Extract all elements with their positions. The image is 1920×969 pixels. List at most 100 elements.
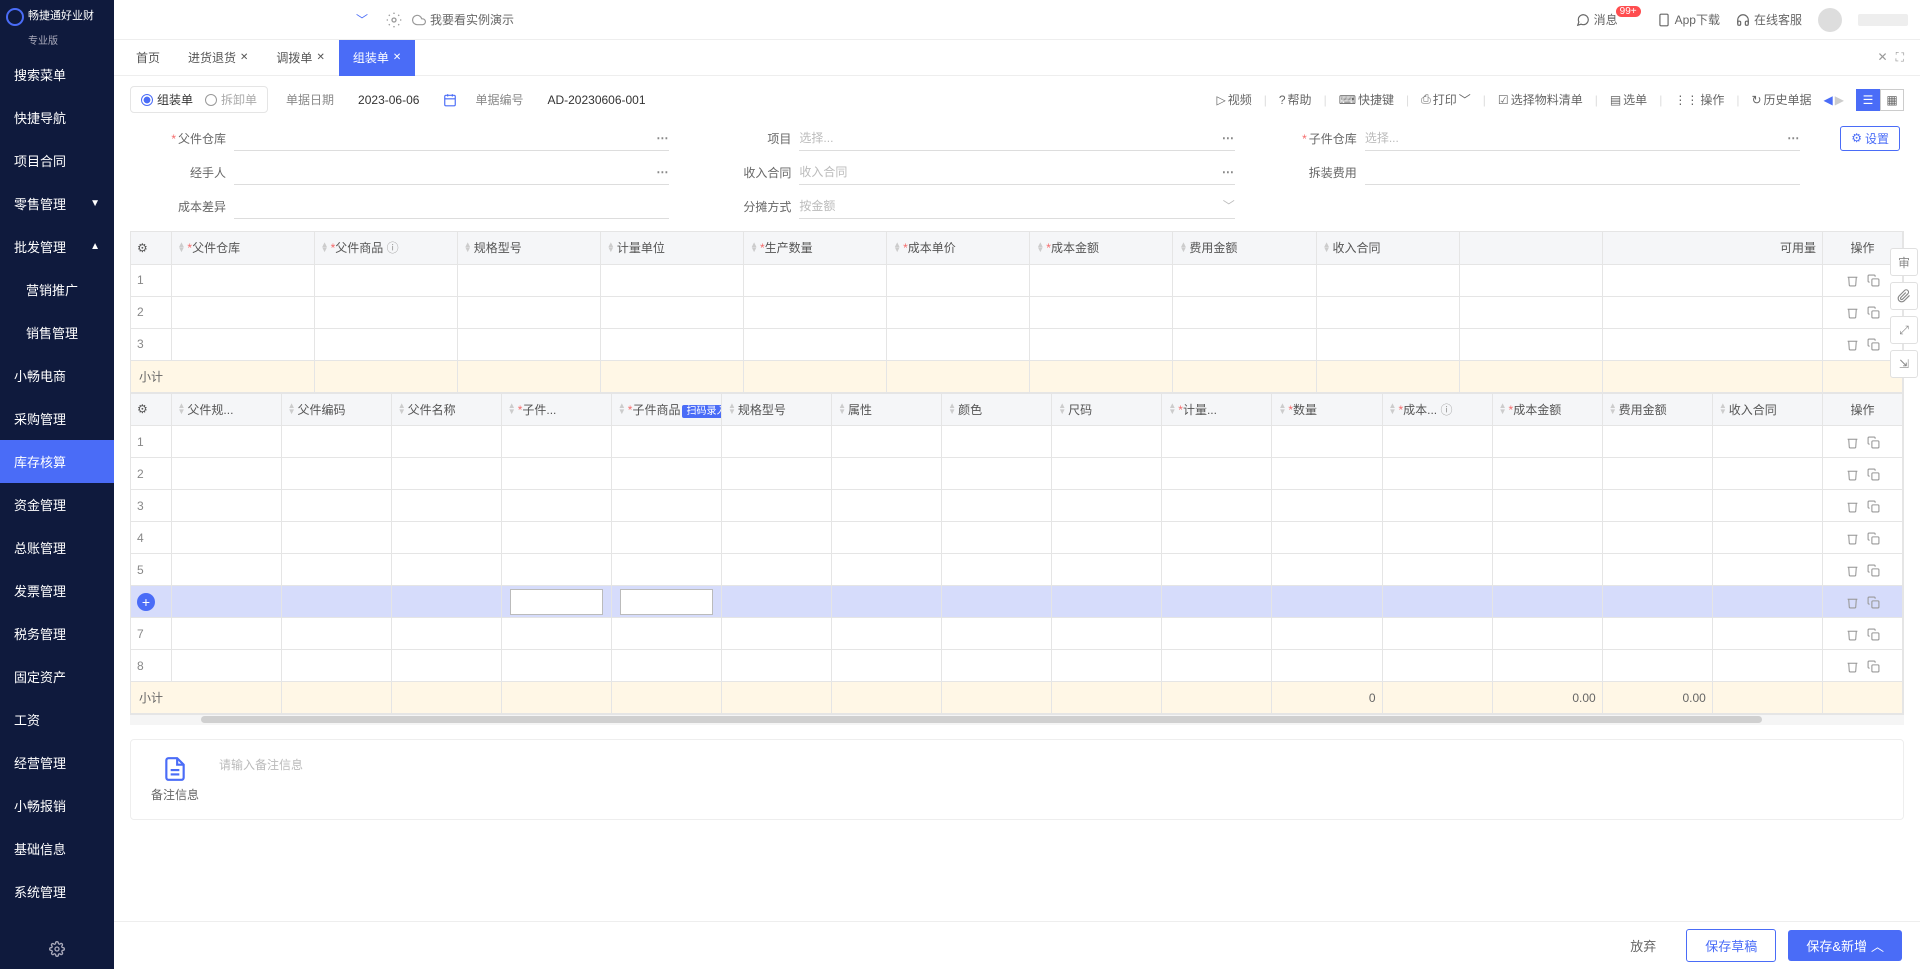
table-row[interactable]: 8 [131,650,1903,682]
video-button[interactable]: ▷ 视频 [1216,91,1251,108]
list-view-toggle[interactable]: ☰ [1856,89,1880,111]
rail-approval[interactable]: 审 [1890,248,1918,276]
company-dropdown[interactable]: ﹀ [126,7,376,33]
close-icon[interactable]: ✕ [240,52,248,63]
ellipsis-icon[interactable]: ⋯ [656,165,669,179]
copy-row[interactable] [1867,594,1880,608]
alloc-method-select[interactable]: 按金额﹀ [799,193,1234,219]
delete-row[interactable] [1846,530,1859,544]
table-row-active[interactable]: + [131,586,1903,618]
sidebar-item[interactable]: 经营管理 [0,741,114,784]
remarks-input[interactable]: 请输入备注信息 [219,756,1883,803]
table-settings[interactable]: ⚙ [131,394,171,426]
app-download-link[interactable]: App下载 [1657,11,1720,28]
delete-row[interactable] [1846,434,1859,448]
table-row[interactable]: 2 [131,458,1903,490]
history-button[interactable]: ↻ 历史单据 [1751,91,1811,108]
save-new-button[interactable]: 保存&新增 ︿ [1788,930,1902,961]
help-button[interactable]: ? 帮助 [1279,91,1312,108]
sidebar-item[interactable]: 资金管理 [0,483,114,526]
cell-input[interactable] [620,589,713,615]
sidebar-item[interactable]: 小畅电商 [0,354,114,397]
copy-row[interactable] [1867,658,1880,672]
tab[interactable]: 调拨单✕ [262,40,338,76]
copy-row[interactable] [1867,337,1880,351]
copy-row[interactable] [1867,273,1880,287]
close-icon[interactable]: ✕ [316,52,324,63]
sidebar-item[interactable]: 固定资产 [0,655,114,698]
copy-row[interactable] [1867,562,1880,576]
copy-row[interactable] [1867,466,1880,480]
delete-row[interactable] [1846,337,1859,351]
income-contract-input[interactable]: 收入合同⋯ [799,159,1234,185]
delete-row[interactable] [1846,658,1859,672]
copy-row[interactable] [1867,305,1880,319]
copy-row[interactable] [1867,530,1880,544]
radio-assemble[interactable]: 组装单 [141,91,193,108]
calendar-icon[interactable] [443,92,457,107]
prev-doc[interactable]: ◀ [1824,93,1833,107]
ellipsis-icon[interactable]: ⋯ [1222,165,1235,179]
copy-row[interactable] [1867,498,1880,512]
rail-expand[interactable]: ⤢ [1890,316,1918,344]
delete-row[interactable] [1846,273,1859,287]
table-row[interactable]: 3 [131,328,1903,360]
delete-row[interactable] [1846,594,1859,608]
parent-warehouse-input[interactable]: ⋯ [234,125,669,151]
material-button[interactable]: ☑ 选择物料清单 [1498,91,1583,108]
hotkey-button[interactable]: ⌨ 快捷键 [1339,91,1394,108]
delete-row[interactable] [1846,305,1859,319]
sidebar-item[interactable]: 采购管理 [0,397,114,440]
handler-input[interactable]: ⋯ [234,159,669,185]
sidebar-settings[interactable] [0,929,114,969]
table-row[interactable]: 4 [131,522,1903,554]
sidebar-item[interactable]: 工资 [0,698,114,741]
sidebar-item[interactable]: 快捷导航 [0,96,114,139]
sidebar-subitem[interactable]: 销售管理 [0,311,114,354]
horizontal-scrollbar[interactable] [130,715,1904,725]
next-doc[interactable]: ▶ [1835,93,1844,107]
tab[interactable]: 首页 [122,40,174,76]
sidebar-item[interactable]: 基础信息 [0,827,114,870]
sidebar-item[interactable]: 搜索菜单 [0,53,114,96]
dismantle-fee-input[interactable] [1365,159,1800,185]
radio-disassemble[interactable]: 拆卸单 [205,91,257,108]
table-row[interactable]: 7 [131,618,1903,650]
discard-button[interactable]: 放弃 [1612,930,1674,961]
sidebar-item[interactable]: 税务管理 [0,612,114,655]
tab[interactable]: 进货退货✕ [174,40,262,76]
save-draft-button[interactable]: 保存草稿 [1686,929,1776,962]
rail-attach[interactable] [1890,282,1918,310]
delete-row[interactable] [1846,562,1859,576]
table-row[interactable]: 5 [131,554,1903,586]
tab[interactable]: 组装单✕ [339,40,415,76]
sidebar-item[interactable]: 零售管理▼ [0,182,114,225]
add-row-button[interactable]: + [137,593,155,611]
copy-row[interactable] [1867,626,1880,640]
sidebar-item[interactable]: 库存核算 [0,440,114,483]
sidebar-item[interactable]: 小畅报销 [0,784,114,827]
table-settings[interactable]: ⚙ [131,232,171,264]
child-warehouse-input[interactable]: 选择...⋯ [1365,125,1800,151]
table-row[interactable]: 3 [131,490,1903,522]
sidebar-item[interactable]: 批发管理▲ [0,225,114,268]
rail-collapse[interactable]: ⇲ [1890,350,1918,378]
print-button[interactable]: ⎙ 打印 ﹀ [1421,91,1471,108]
cost-diff-input[interactable] [234,193,669,219]
sidebar-item[interactable]: 总账管理 [0,526,114,569]
table-row[interactable]: 2 [131,296,1903,328]
select-bill-button[interactable]: ▤ 选单 [1610,91,1647,108]
demo-link[interactable]: 我要看实例演示 [412,11,514,28]
delete-row[interactable] [1846,498,1859,512]
service-link[interactable]: 在线客服 [1736,11,1802,28]
table-row[interactable]: 1 [131,264,1903,296]
cell-input[interactable] [510,589,603,615]
topbar-gear[interactable] [386,12,402,28]
operate-button[interactable]: ⋮⋮ 操作 [1674,91,1724,108]
fullscreen-toggle[interactable]: ⛶ [1896,50,1904,65]
ellipsis-icon[interactable]: ⋯ [1787,131,1800,145]
messages-link[interactable]: 消息 99+ [1576,11,1641,28]
copy-row[interactable] [1867,434,1880,448]
sidebar-item[interactable]: 系统管理 [0,870,114,913]
ellipsis-icon[interactable]: ⋯ [1222,131,1235,145]
